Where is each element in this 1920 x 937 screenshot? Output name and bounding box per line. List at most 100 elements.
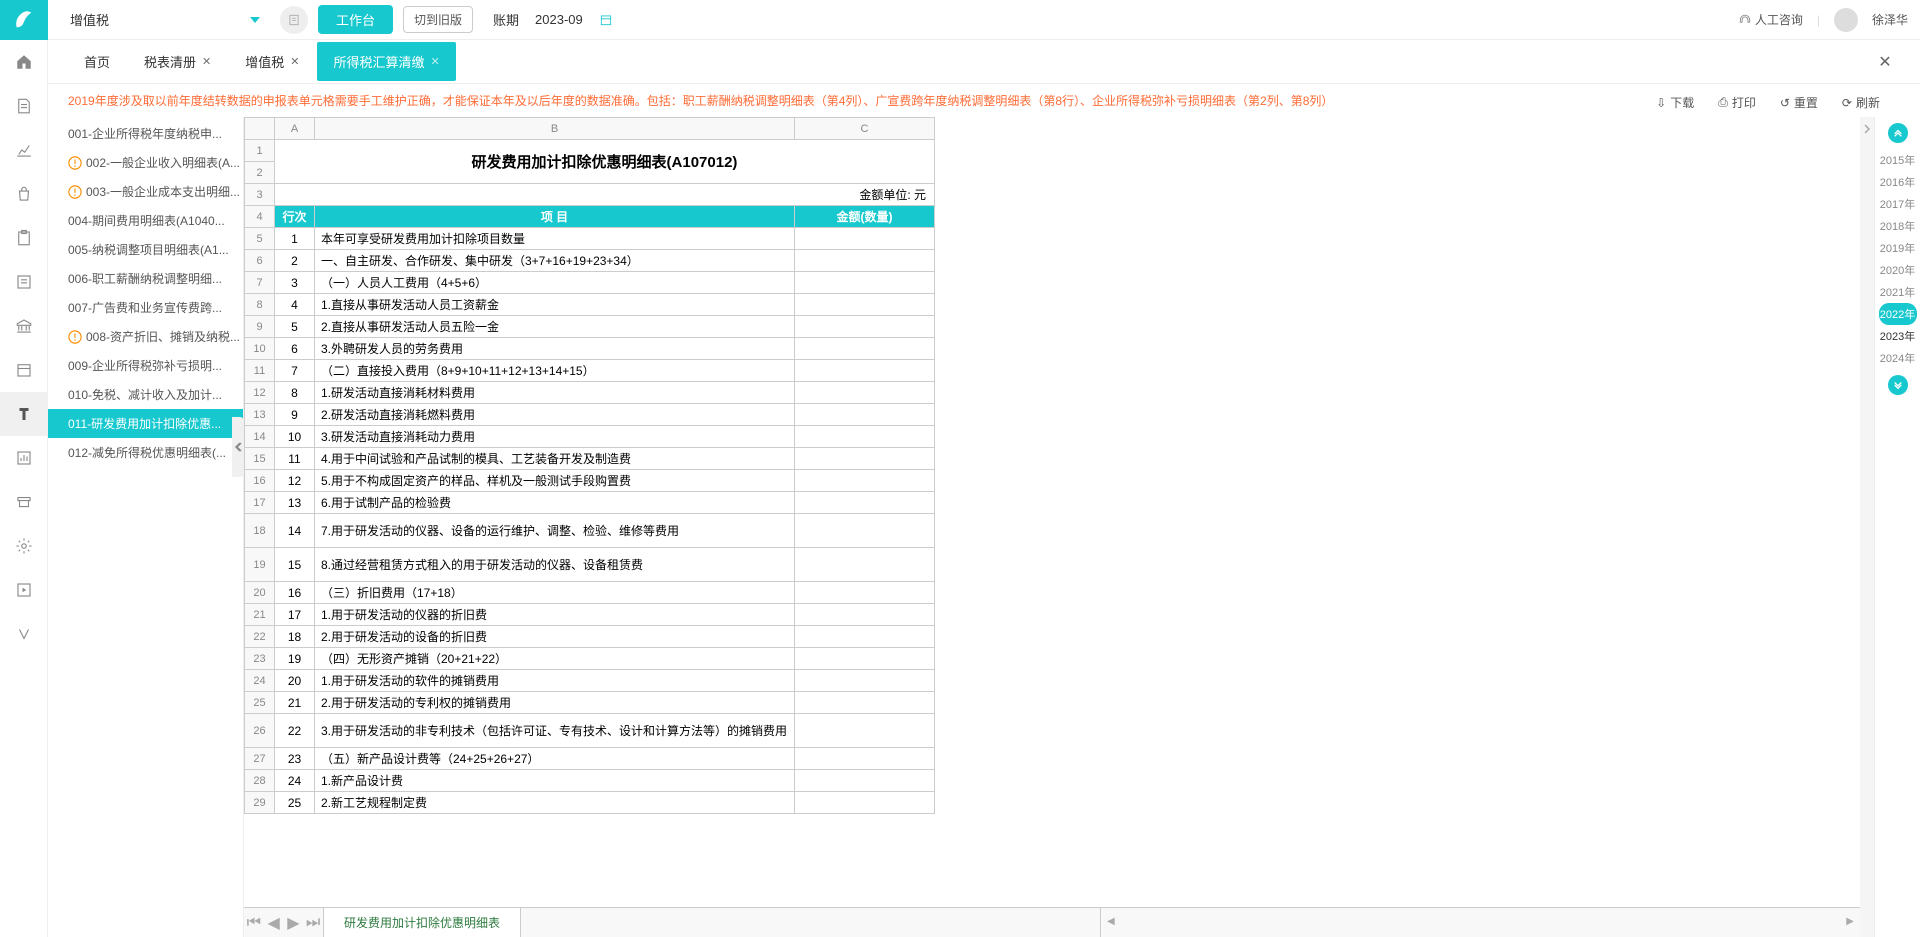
year-button[interactable]: 2021年: [1879, 281, 1917, 303]
row-value[interactable]: [795, 514, 935, 548]
nav-v-icon[interactable]: [0, 612, 48, 656]
row-value[interactable]: [795, 648, 935, 670]
row-value[interactable]: [795, 360, 935, 382]
row-value[interactable]: [795, 316, 935, 338]
row-value[interactable]: [795, 670, 935, 692]
tab-home[interactable]: 首页: [68, 42, 126, 81]
sheet-item[interactable]: 007-广告费和业务宣传费跨...: [48, 293, 243, 322]
year-button[interactable]: 2020年: [1879, 259, 1917, 281]
year-button[interactable]: 2023年: [1879, 325, 1917, 347]
row-desc: 2.研发活动直接消耗燃料费用: [315, 404, 795, 426]
row-value[interactable]: [795, 582, 935, 604]
year-button[interactable]: 2016年: [1879, 171, 1917, 193]
module-dropdown[interactable]: 增值税: [60, 6, 270, 34]
nav-report-icon[interactable]: [0, 436, 48, 480]
sheet-item[interactable]: 012-减免所得税优惠明细表(...: [48, 438, 243, 467]
row-value[interactable]: [795, 792, 935, 814]
collapse-handle[interactable]: [232, 417, 244, 477]
row-value[interactable]: [795, 382, 935, 404]
sheet-item[interactable]: 001-企业所得税年度纳税申...: [48, 119, 243, 148]
close-icon[interactable]: ✕: [290, 55, 299, 68]
sheet-nav-next-icon[interactable]: ▶: [284, 908, 304, 937]
sheet-item[interactable]: 006-职工薪酬纳税调整明细...: [48, 264, 243, 293]
calendar-icon[interactable]: [599, 13, 613, 27]
row-value[interactable]: [795, 250, 935, 272]
nav-settings-icon[interactable]: [0, 524, 48, 568]
row-value[interactable]: [795, 294, 935, 316]
row-value[interactable]: [795, 272, 935, 294]
row-value[interactable]: [795, 338, 935, 360]
sheet-item[interactable]: 004-期间费用明细表(A1040...: [48, 206, 243, 235]
row-value[interactable]: [795, 448, 935, 470]
app-logo[interactable]: [0, 0, 48, 40]
avatar[interactable]: [1834, 8, 1858, 32]
sheet-item[interactable]: 011-研发费用加计扣除优惠...: [48, 409, 243, 438]
nav-chart-icon[interactable]: [0, 128, 48, 172]
year-button[interactable]: 2019年: [1879, 237, 1917, 259]
sheet-item[interactable]: 008-资产折旧、摊销及纳税...: [48, 322, 243, 351]
nav-play-icon[interactable]: [0, 568, 48, 612]
row-num: 13: [275, 492, 315, 514]
print-button[interactable]: ⎙ 打印: [1718, 94, 1756, 111]
username[interactable]: 徐泽华: [1872, 11, 1908, 28]
row-value[interactable]: [795, 228, 935, 250]
row-value[interactable]: [795, 492, 935, 514]
nav-archive-icon[interactable]: [0, 480, 48, 524]
close-all-tabs[interactable]: ✕: [1870, 52, 1900, 72]
workspace-button[interactable]: 工作台: [318, 5, 393, 34]
row-value[interactable]: [795, 626, 935, 648]
sheet-item[interactable]: 009-企业所得税弥补亏损明...: [48, 351, 243, 380]
year-button[interactable]: 2017年: [1879, 193, 1917, 215]
download-button[interactable]: ⇩ 下载: [1656, 94, 1694, 111]
nav-form-icon[interactable]: [0, 260, 48, 304]
row-value[interactable]: [795, 748, 935, 770]
sheet-item[interactable]: 010-免税、减计收入及加计...: [48, 380, 243, 409]
sheet-item[interactable]: 002-一般企业收入明细表(A...: [48, 148, 243, 177]
nav-calendar-icon[interactable]: [0, 348, 48, 392]
sheet-list[interactable]: 001-企业所得税年度纳税申...002-一般企业收入明细表(A...003-一…: [48, 117, 244, 937]
row-value[interactable]: [795, 692, 935, 714]
row-value[interactable]: [795, 604, 935, 626]
tab-vat[interactable]: 增值税✕: [229, 42, 315, 81]
year-button[interactable]: 2018年: [1879, 215, 1917, 237]
tab-tax-list[interactable]: 税表清册✕: [128, 42, 227, 81]
sheet-item[interactable]: 003-一般企业成本支出明细...: [48, 177, 243, 206]
row-value[interactable]: [795, 714, 935, 748]
sheet-nav-prev-icon[interactable]: ◀: [264, 908, 284, 937]
sheet-nav-last-icon[interactable]: ⏭: [303, 908, 323, 937]
row-num: 21: [275, 692, 315, 714]
nav-doc-icon[interactable]: [0, 84, 48, 128]
ai-consult-link[interactable]: 人工咨询: [1738, 11, 1803, 28]
reset-button[interactable]: ↺ 重置: [1780, 94, 1818, 111]
row-value[interactable]: [795, 770, 935, 792]
switch-old-button[interactable]: 切到旧版: [403, 6, 473, 33]
year-up-icon[interactable]: [1888, 123, 1908, 143]
nav-bank-icon[interactable]: [0, 304, 48, 348]
period-value[interactable]: 2023-09: [535, 12, 583, 27]
tab-income-tax[interactable]: 所得税汇算清缴✕: [317, 42, 455, 81]
sheet-title: 研发费用加计扣除优惠明细表(A107012): [275, 140, 935, 184]
chevron-down-icon: [250, 17, 260, 23]
row-value[interactable]: [795, 426, 935, 448]
year-button[interactable]: 2015年: [1879, 149, 1917, 171]
refresh-button[interactable]: ⟳ 刷新: [1842, 94, 1880, 111]
sheet-nav-first-icon[interactable]: ⏮: [244, 908, 264, 937]
grid[interactable]: ABC1研发费用加计扣除优惠明细表(A107012)23金额单位: 元4行次项 …: [244, 117, 1860, 907]
row-value[interactable]: [795, 404, 935, 426]
close-icon[interactable]: ✕: [202, 55, 211, 68]
expand-handle[interactable]: [1860, 117, 1874, 937]
year-button[interactable]: 2022年: [1879, 303, 1917, 325]
nav-tax-icon[interactable]: [0, 392, 48, 436]
row-value[interactable]: [795, 548, 935, 582]
row-num: 4: [275, 294, 315, 316]
nav-bag-icon[interactable]: [0, 172, 48, 216]
nav-clipboard-icon[interactable]: [0, 216, 48, 260]
nav-home-icon[interactable]: [0, 40, 48, 84]
year-button[interactable]: 2024年: [1879, 347, 1917, 369]
row-value[interactable]: [795, 470, 935, 492]
sheet-tab[interactable]: 研发费用加计扣除优惠明细表: [324, 908, 521, 937]
sheet-item[interactable]: 005-纳税调整项目明细表(A1...: [48, 235, 243, 264]
year-down-icon[interactable]: [1888, 375, 1908, 395]
circle-doc-icon[interactable]: [280, 6, 308, 34]
close-icon[interactable]: ✕: [431, 55, 440, 68]
